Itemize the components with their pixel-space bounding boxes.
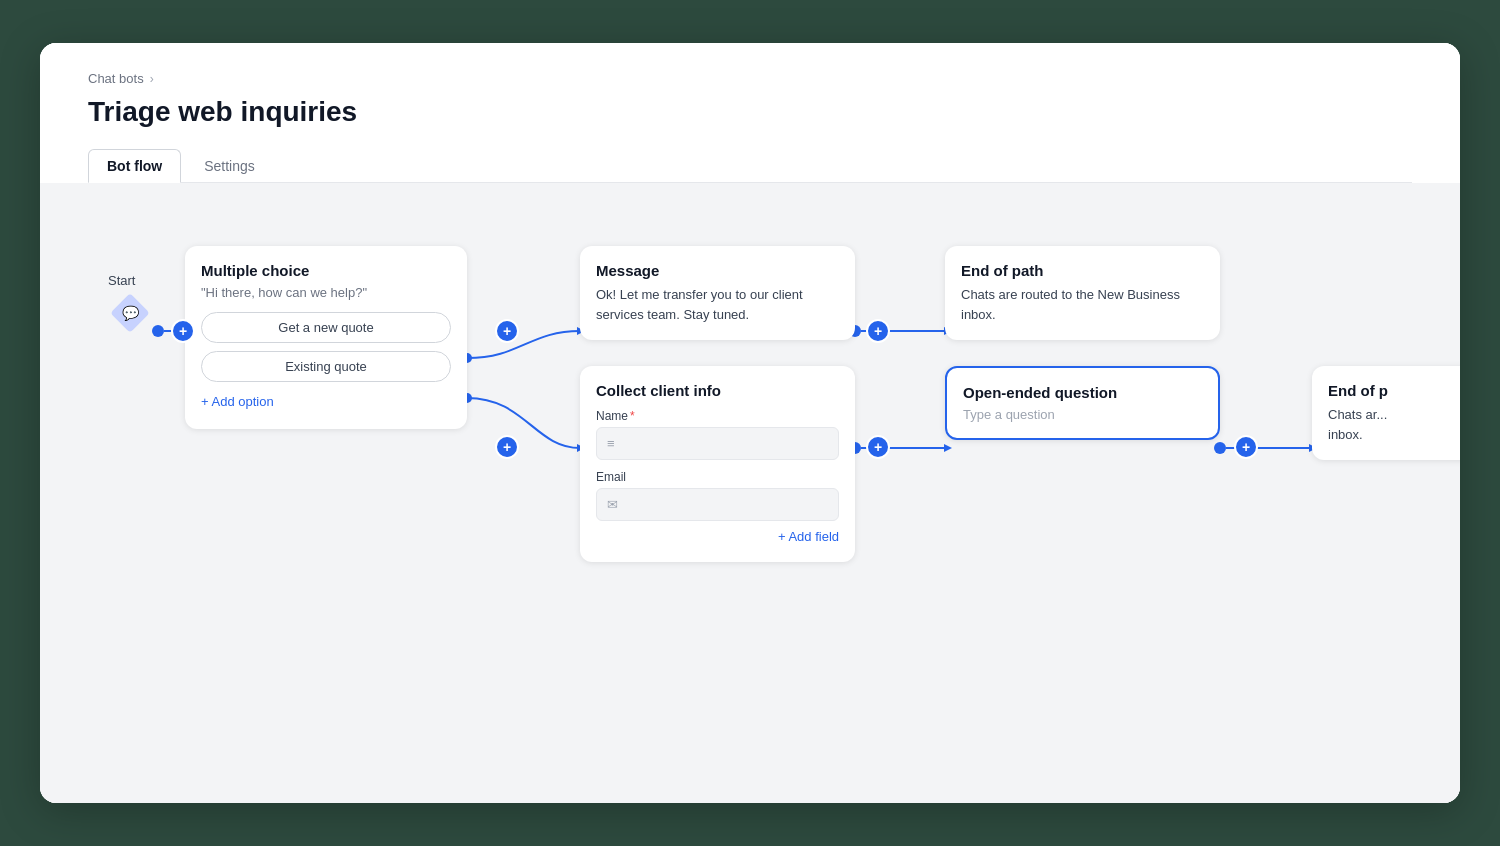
- tab-bot-flow[interactable]: Bot flow: [88, 149, 181, 183]
- text-icon: ≡: [607, 436, 615, 451]
- node-message: Message Ok! Let me transfer you to our c…: [580, 246, 855, 340]
- mc-title: Multiple choice: [201, 262, 451, 279]
- field-label-name: Name*: [596, 409, 839, 423]
- tab-settings[interactable]: Settings: [185, 149, 274, 183]
- option-existing-quote[interactable]: Existing quote: [201, 351, 451, 382]
- end2-body: Chats ar...inbox.: [1328, 405, 1460, 444]
- end2-title: End of p: [1328, 382, 1460, 399]
- option-get-quote[interactable]: Get a new quote: [201, 312, 451, 343]
- plus-button-open-end2[interactable]: +: [1234, 435, 1258, 459]
- main-content: Chat bots › Triage web inquiries Bot flo…: [40, 43, 1460, 803]
- node-end-path-2: End of p Chats ar...inbox.: [1312, 366, 1460, 460]
- message-body: Ok! Let me transfer you to our client se…: [596, 285, 839, 324]
- plus-button-mc-message[interactable]: +: [495, 319, 519, 343]
- open-ended-title: Open-ended question: [963, 384, 1202, 401]
- plus-button-collect-open[interactable]: +: [866, 435, 890, 459]
- node-end-path-1: End of path Chats are routed to the New …: [945, 246, 1220, 340]
- page-title: Triage web inquiries: [88, 96, 1412, 128]
- end1-title: End of path: [961, 262, 1204, 279]
- start-node: 💬: [108, 291, 152, 335]
- end1-body: Chats are routed to the New Business inb…: [961, 285, 1204, 324]
- header: Chat bots › Triage web inquiries Bot flo…: [40, 43, 1460, 183]
- connector-mc-collect: [467, 398, 580, 448]
- collect-title: Collect client info: [596, 382, 839, 399]
- app-window: Chat bots › Triage web inquiries Bot flo…: [40, 43, 1460, 803]
- add-option-button[interactable]: + Add option: [201, 390, 451, 413]
- connector-mc-message: [467, 331, 580, 358]
- connector-dot-start: [152, 325, 164, 337]
- breadcrumb-link[interactable]: Chat bots: [88, 71, 144, 86]
- start-label: Start: [108, 273, 135, 288]
- dot-open-out: [1214, 442, 1226, 454]
- node-open-ended: Open-ended question Type a question: [945, 366, 1220, 440]
- node-collect-info: Collect client info Name* ≡ Email ✉ + Ad…: [580, 366, 855, 562]
- node-multiple-choice: Multiple choice "Hi there, how can we he…: [185, 246, 467, 429]
- add-field-button[interactable]: + Add field: [596, 521, 839, 546]
- message-title: Message: [596, 262, 839, 279]
- field-label-email: Email: [596, 470, 839, 484]
- mc-subtitle: "Hi there, how can we help?": [201, 285, 451, 300]
- arrow-collect-open: [944, 444, 952, 452]
- plus-button-mc-collect[interactable]: +: [495, 435, 519, 459]
- email-icon: ✉: [607, 497, 618, 512]
- breadcrumb-chevron: ›: [150, 72, 154, 86]
- open-ended-placeholder: Type a question: [963, 407, 1202, 422]
- svg-text:💬: 💬: [122, 305, 140, 322]
- field-input-email[interactable]: ✉: [596, 488, 839, 521]
- required-star: *: [630, 409, 635, 423]
- breadcrumb: Chat bots ›: [88, 71, 1412, 86]
- field-input-name[interactable]: ≡: [596, 427, 839, 460]
- plus-button-message-end1[interactable]: +: [866, 319, 890, 343]
- plus-button-start[interactable]: +: [171, 319, 195, 343]
- tabs-bar: Bot flow Settings: [88, 148, 1412, 183]
- flow-canvas: Start 💬 + Multiple choice "Hi there, how…: [40, 183, 1460, 803]
